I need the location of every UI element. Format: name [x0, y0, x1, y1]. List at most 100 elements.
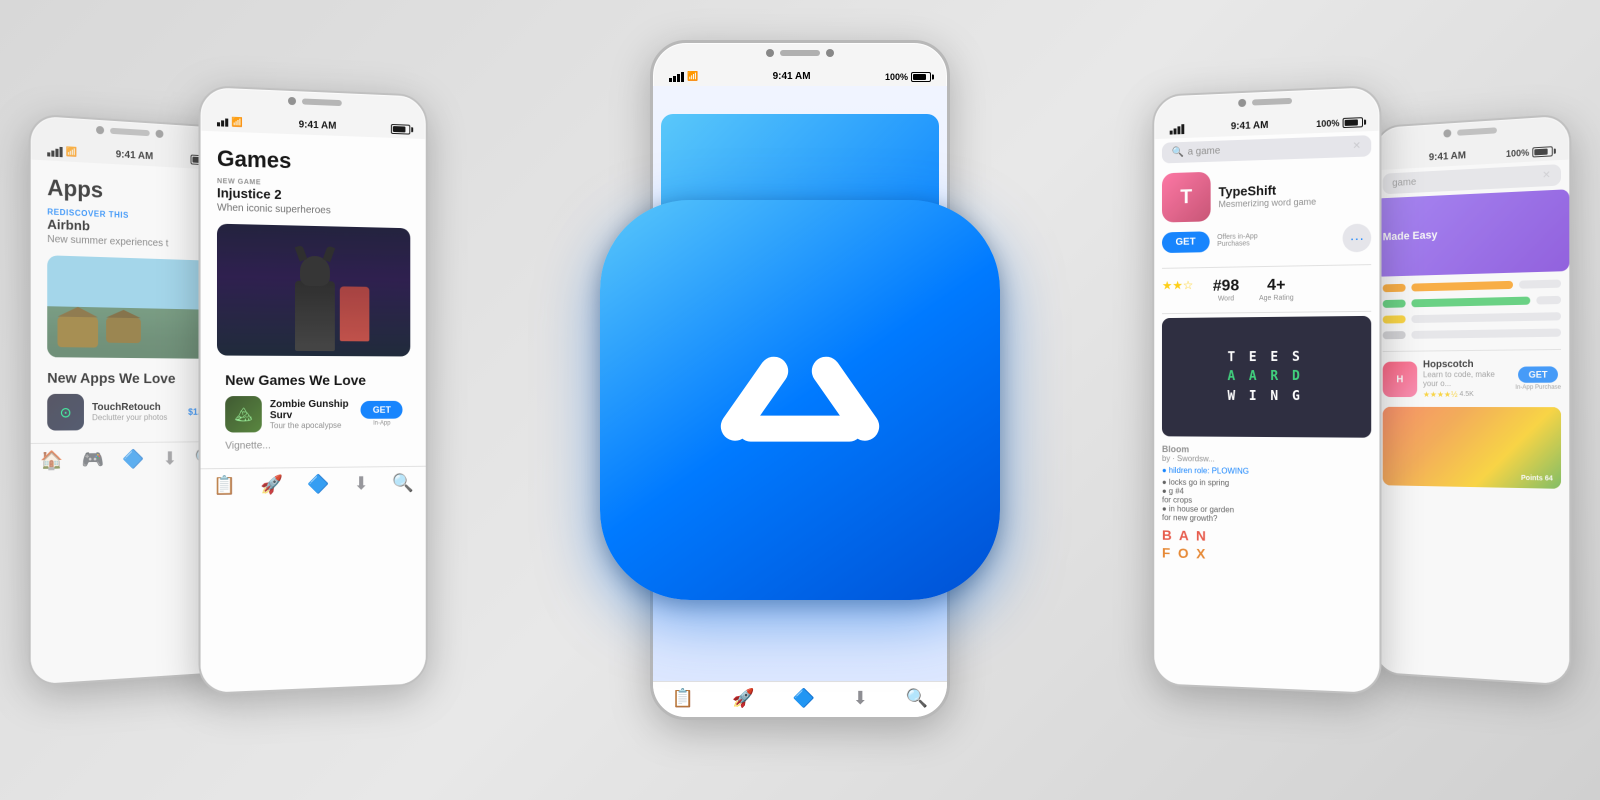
age-label: Age Rating	[1259, 295, 1294, 302]
phone-2-games-content: Games NEW GAME Injustice 2 When iconic s…	[201, 131, 426, 469]
hopscotch-video[interactable]: Points 64 ▶	[1383, 407, 1561, 489]
nav-apps[interactable]: 🔷	[122, 449, 144, 470]
clear-icon: ✕	[1352, 141, 1361, 152]
games-icon: 🎮	[82, 449, 105, 470]
touchretouch-info: TouchRetouch Declutter your photos	[92, 402, 180, 422]
nav-updates-2[interactable]: ⬇	[354, 473, 369, 494]
phone-4-vol-up	[1152, 185, 1153, 215]
phone-1-bottom-nav: 🏠 🎮 🔷 ⬇ 🔍	[31, 441, 225, 480]
search-icon-2: 🔍	[392, 473, 414, 494]
search-bar-4[interactable]: 🔍 a game ✕	[1162, 135, 1371, 163]
phone-4-camera	[1238, 99, 1246, 107]
nav-updates[interactable]: ⬇	[163, 448, 178, 469]
stars: ★★☆	[1162, 278, 1193, 292]
star-count-5: 4.5K	[1459, 391, 1473, 398]
signal-bars	[47, 146, 62, 157]
phone-2-side-button	[427, 195, 428, 244]
hopscotch-row: H Hopscotch Learn to code, make your o..…	[1375, 354, 1569, 403]
new-games-section: New Games We Love 🏔 Zombie Gunship Surv …	[209, 364, 418, 460]
phone-1-vol-down	[29, 248, 30, 279]
nav-search-2[interactable]: 🔍	[392, 473, 414, 494]
slider-row-3	[1383, 312, 1561, 323]
nav-today[interactable]: 🏠	[40, 450, 63, 472]
signal-bars-4	[1170, 124, 1185, 134]
bar-4	[1411, 329, 1561, 339]
phone-2: 📶 9:41 AM Games NEW GAME Injustice 2 Whe…	[198, 85, 427, 695]
dot-2	[1383, 300, 1406, 308]
more-button[interactable]: ···	[1343, 223, 1372, 252]
nav-today-2[interactable]: 📋	[213, 475, 236, 497]
nav-updates-3[interactable]: ⬇	[853, 688, 868, 709]
phone-1-screen: Apps REDISCOVER THIS Airbnb New summer e…	[31, 160, 225, 685]
search-icon-3: 🔍	[906, 688, 928, 709]
phone-3-signal: 📶	[669, 71, 698, 82]
age-rating: 4+ Age Rating	[1259, 277, 1294, 303]
nav-games-3[interactable]: 🚀	[732, 688, 754, 709]
nav-apps-3[interactable]: 🔷	[792, 688, 814, 709]
hopscotch-icon: H	[1383, 361, 1417, 397]
phone-2-vol-down	[198, 219, 199, 250]
bar2	[51, 150, 54, 156]
battery-icon-5	[1532, 146, 1552, 157]
touchretouch-row: ⊙ TouchRetouch Declutter your photos $1.…	[39, 390, 217, 435]
nav-search-3[interactable]: 🔍	[906, 688, 928, 709]
phone-3-bottom-nav: 📋 🚀 🔷 ⬇ 🔍	[653, 681, 947, 717]
phones-container: 📶 9:41 AM Apps REDISCOVER THIS Airbnb Ne…	[0, 0, 1600, 800]
phone-3-vol-up	[650, 133, 652, 163]
zombie-desc: Tour the apocalypse	[270, 420, 353, 429]
phone-3-speaker	[780, 50, 820, 56]
battery-icon-3	[911, 72, 931, 82]
zombie-row: 🏔 Zombie Gunship Surv Tour the apocalyps…	[217, 392, 410, 437]
app-store-icon	[600, 200, 1000, 600]
today-icon-3: 📋	[672, 688, 694, 709]
phone-2-vol-up	[198, 178, 199, 209]
bar3	[55, 148, 58, 156]
phone-5-speaker	[1457, 127, 1497, 136]
phone-4: 9:41 AM 100% 🔍 a game ✕ T TypeShift Mesm…	[1152, 85, 1381, 695]
typeshift-header: T TypeShift Mesmerizing word game	[1154, 160, 1379, 228]
colorful-banner: Made Easy	[1375, 189, 1569, 277]
slider-row-1	[1383, 279, 1561, 292]
zombie-info: Zombie Gunship Surv Tour the apocalypse	[270, 398, 353, 429]
grid-line-1: T E E S	[1227, 348, 1303, 368]
phone-2-camera	[288, 97, 296, 105]
phone-4-side-button	[1380, 189, 1381, 240]
word-game-grid: T E E S A A R D W I N G	[1162, 316, 1371, 438]
dot-3	[1383, 315, 1406, 323]
search-icon-4: 🔍	[1172, 147, 1184, 158]
divider-1	[1162, 264, 1371, 269]
battery-icon-2	[391, 123, 410, 134]
phone-2-title: Games	[209, 139, 418, 184]
zombie-get-button[interactable]: GET	[361, 401, 403, 419]
phone-1-camera2	[156, 130, 164, 138]
nav-today-3[interactable]: 📋	[672, 688, 694, 709]
phone-3-vol-down	[650, 173, 652, 203]
phone-1-apps-content: Apps REDISCOVER THIS Airbnb New summer e…	[31, 160, 225, 443]
bar4	[60, 146, 63, 156]
bar-2-rest	[1536, 296, 1561, 305]
phone-2-bottom-nav: 📋 🚀 🔷 ⬇ 🔍	[201, 466, 426, 505]
apps-icon-2: 🔷	[307, 474, 329, 495]
hopscotch-get-button[interactable]: GET	[1518, 366, 1557, 382]
hopscotch-name: Hopscotch	[1423, 359, 1509, 371]
phone-4-time: 9:41 AM	[1231, 120, 1269, 132]
nav-games-2[interactable]: 🚀	[261, 474, 284, 495]
in-app-label: In-App	[373, 421, 390, 427]
bar-3	[1411, 312, 1561, 323]
phone-1-notch	[96, 120, 163, 138]
phone-4-screen: 🔍 a game ✕ T TypeShift Mesmerizing word …	[1154, 131, 1379, 693]
battery-icon-4	[1343, 117, 1363, 128]
search-bar-5[interactable]: game ✕	[1383, 164, 1561, 194]
apps-icon: 🔷	[122, 449, 144, 470]
slider-row-2	[1383, 296, 1561, 308]
signal-bars-3	[669, 72, 684, 82]
phone-4-speaker	[1252, 98, 1292, 106]
phone-1-signal: 📶	[47, 145, 77, 158]
phone-1-camera	[96, 126, 104, 135]
nav-apps-2[interactable]: 🔷	[307, 474, 329, 495]
star-rating: ★★☆	[1162, 278, 1193, 303]
phone-3-notch	[766, 43, 834, 57]
typeshift-get-button[interactable]: GET	[1162, 231, 1209, 253]
grid-line-2: A A R D	[1227, 367, 1303, 387]
nav-games[interactable]: 🎮	[82, 449, 105, 470]
